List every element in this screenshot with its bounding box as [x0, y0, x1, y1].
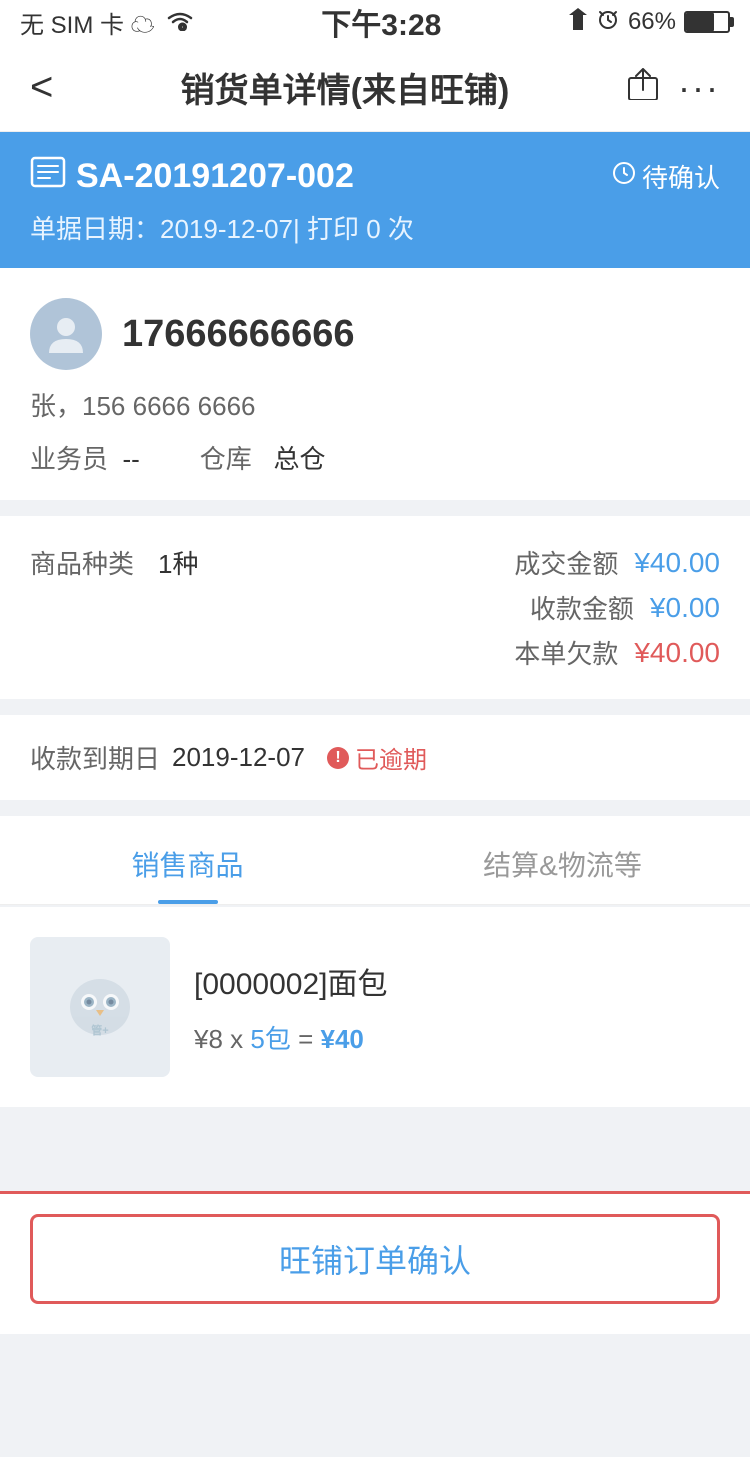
kind-value: 1种 — [158, 544, 198, 581]
customer-section: 17666666666 张，156 6666 6666 业务员 -- 仓库 总仓 — [0, 268, 750, 500]
confirm-order-button[interactable]: 旺铺订单确认 — [30, 1214, 720, 1304]
product-name: [0000002]面包 — [194, 959, 720, 1003]
kind-label: 商品种类 — [30, 544, 134, 581]
overdue-text: 已逾期 — [355, 740, 427, 775]
salesperson-label: 业务员 — [30, 444, 108, 474]
status-bar: 无 SIM 卡 ☁ 下午3:28 66% — [0, 0, 750, 44]
due-date-value: 2019-12-07 — [172, 742, 305, 773]
order-date: 单据日期：2019-12-07| 打印 0 次 — [30, 209, 720, 246]
alarm-icon — [596, 7, 620, 38]
status-right: 66% — [568, 7, 730, 38]
due-section: 收款到期日 2019-12-07 ! 已逾期 — [0, 715, 750, 800]
page-title: 销货单详情(来自旺铺) — [90, 63, 600, 112]
product-info: [0000002]面包 ¥8 x 5包 = ¥40 — [194, 937, 720, 1077]
nav-bar: < 销货单详情(来自旺铺) ··· — [0, 44, 750, 132]
tab-products[interactable]: 销售商品 — [0, 816, 375, 904]
equals-sign: = — [291, 1024, 321, 1054]
nav-actions: ··· — [600, 67, 720, 109]
battery-percentage: 66% — [628, 8, 676, 36]
status-left: 无 SIM 卡 ☁ — [20, 5, 195, 40]
warehouse-value: 总仓 — [273, 444, 325, 474]
received-label: 收款金额 — [530, 589, 634, 626]
tab-settlement[interactable]: 结算&物流等 — [375, 816, 750, 904]
bottom-button-container: 旺铺订单确认 — [0, 1191, 750, 1334]
summary-right: 成交金额 ¥40.00 收款金额 ¥0.00 本单欠款 ¥40.00 — [514, 544, 720, 671]
product-qty: 5包 — [250, 1024, 290, 1054]
product-total: ¥40 — [320, 1024, 363, 1054]
customer-phone: 17666666666 — [122, 313, 354, 356]
order-header: SA-20191207-002 待确认 单据日期：2019-12-07| 打印 … — [0, 132, 750, 268]
wifi-icon — [165, 7, 195, 38]
customer-name: 张，156 6666 6666 — [30, 386, 720, 423]
share-icon[interactable] — [628, 68, 658, 108]
customer-meta: 业务员 -- 仓库 总仓 — [30, 439, 720, 476]
customer-avatar — [30, 298, 102, 370]
sim-label: 无 SIM 卡 ☁ — [20, 5, 155, 40]
overdue-icon: ! — [327, 747, 349, 769]
product-image: 管+ — [30, 937, 170, 1077]
owed-label: 本单欠款 — [514, 634, 618, 671]
product-price: ¥8 x — [194, 1024, 250, 1054]
overdue-badge: ! 已逾期 — [327, 740, 427, 775]
salesperson-value: -- — [122, 444, 139, 474]
amount-value: ¥40.00 — [634, 547, 720, 579]
product-section: 管+ [0000002]面包 ¥8 x 5包 = ¥40 — [0, 907, 750, 1107]
more-icon[interactable]: ··· — [678, 67, 720, 109]
owed-value: ¥40.00 — [634, 637, 720, 669]
order-status: 待确认 — [612, 158, 720, 195]
warehouse-label: 仓库 — [200, 444, 252, 474]
product-price-row: ¥8 x 5包 = ¥40 — [194, 1019, 720, 1056]
order-icon — [30, 156, 66, 197]
location-icon — [568, 7, 588, 38]
order-id: SA-20191207-002 — [30, 156, 354, 197]
amount-label: 成交金额 — [514, 544, 618, 581]
summary-section: 商品种类 1种 成交金额 ¥40.00 收款金额 ¥0.00 本单欠款 ¥40.… — [0, 516, 750, 699]
back-button[interactable]: < — [30, 65, 90, 110]
status-clock-icon — [612, 161, 636, 192]
status-time: 下午3:28 — [321, 0, 441, 44]
tabs-section: 销售商品 结算&物流等 — [0, 816, 750, 905]
received-value: ¥0.00 — [650, 592, 720, 624]
due-date-label: 收款到期日 — [30, 739, 160, 776]
battery-icon — [684, 11, 730, 33]
svg-text:管+: 管+ — [91, 1023, 108, 1037]
